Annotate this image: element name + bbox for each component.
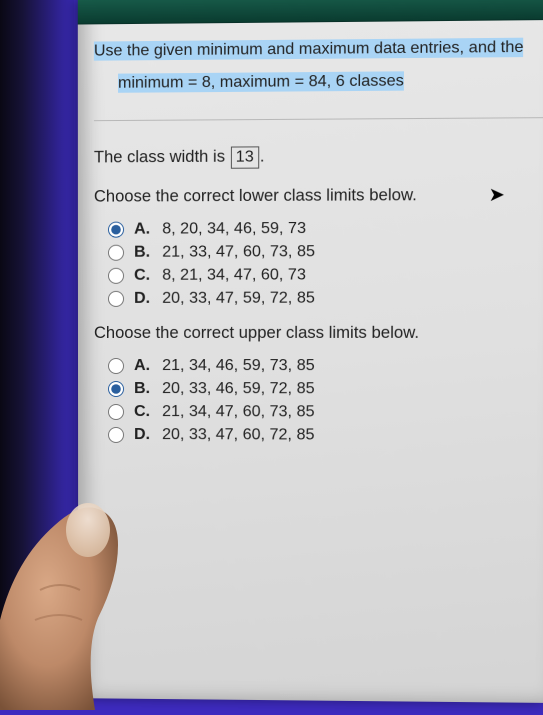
q1-option-a[interactable]: A. 8, 20, 34, 46, 59, 73	[108, 219, 543, 239]
worksheet-page: Use the given minimum and maximum data e…	[78, 0, 543, 703]
q2-radio-b[interactable]	[108, 381, 124, 397]
q1-radio-d[interactable]	[108, 291, 124, 307]
q1-option-c[interactable]: C. 8, 21, 34, 47, 60, 73	[108, 266, 543, 285]
class-width-value-box[interactable]: 13	[231, 147, 259, 169]
q1-option-d[interactable]: D. 20, 33, 47, 59, 72, 85	[108, 289, 543, 308]
q1-text-b: 21, 33, 47, 60, 73, 85	[162, 243, 315, 262]
instruction-line-2: minimum = 8, maximum = 84, 6 classes	[118, 71, 404, 92]
q2-text-b: 20, 33, 46, 59, 72, 85	[162, 380, 314, 398]
screen-left-edge	[0, 0, 74, 700]
q2-letter-d: D.	[134, 426, 152, 444]
q2-option-d[interactable]: D. 20, 33, 47, 60, 72, 85	[108, 426, 543, 445]
q2-text-c: 21, 34, 47, 60, 73, 85	[162, 403, 314, 421]
q1-prompt: Choose the correct lower class limits be…	[94, 186, 417, 206]
q1-letter-a: A.	[134, 221, 152, 239]
q2-text-a: 21, 34, 46, 59, 73, 85	[162, 357, 315, 375]
q2-letter-c: C.	[134, 403, 152, 421]
q1-options: A. 8, 20, 34, 46, 59, 73 B. 21, 33, 47, …	[94, 219, 543, 308]
problem-statement: Use the given minimum and maximum data e…	[94, 34, 543, 102]
content-area: Use the given minimum and maximum data e…	[78, 20, 543, 472]
q2-letter-b: B.	[134, 380, 152, 398]
instruction-line-1: Use the given minimum and maximum data e…	[94, 38, 524, 61]
q2-radio-d[interactable]	[108, 427, 124, 443]
q1-letter-b: B.	[134, 244, 152, 262]
q2-radio-a[interactable]	[108, 358, 124, 374]
section-divider	[94, 117, 543, 121]
q1-text-a: 8, 20, 34, 46, 59, 73	[162, 220, 306, 239]
q2-letter-a: A.	[134, 357, 152, 375]
q2-radio-c[interactable]	[108, 404, 124, 420]
q1-text-d: 20, 33, 47, 59, 72, 85	[162, 290, 315, 308]
q2-options: A. 21, 34, 46, 59, 73, 85 B. 20, 33, 46,…	[94, 357, 543, 445]
class-width-suffix: .	[260, 148, 265, 166]
q1-letter-c: C.	[134, 267, 152, 285]
q1-option-b[interactable]: B. 21, 33, 47, 60, 73, 85	[108, 243, 543, 262]
q1-text-c: 8, 21, 34, 47, 60, 73	[162, 267, 306, 285]
q2-option-a[interactable]: A. 21, 34, 46, 59, 73, 85	[108, 357, 543, 375]
q2-prompt: Choose the correct upper class limits be…	[94, 324, 543, 343]
class-width-prefix: The class width is	[94, 148, 230, 167]
q2-option-c[interactable]: C. 21, 34, 47, 60, 73, 85	[108, 403, 543, 422]
q1-radio-c[interactable]	[108, 268, 124, 284]
q1-radio-a[interactable]	[108, 222, 124, 238]
mouse-cursor-icon: ➤	[488, 184, 504, 207]
q1-radio-b[interactable]	[108, 245, 124, 261]
q1-letter-d: D.	[134, 290, 152, 308]
class-width-statement: The class width is 13.	[94, 145, 543, 170]
q2-option-b[interactable]: B. 20, 33, 46, 59, 72, 85	[108, 380, 543, 399]
q2-text-d: 20, 33, 47, 60, 72, 85	[162, 426, 314, 444]
